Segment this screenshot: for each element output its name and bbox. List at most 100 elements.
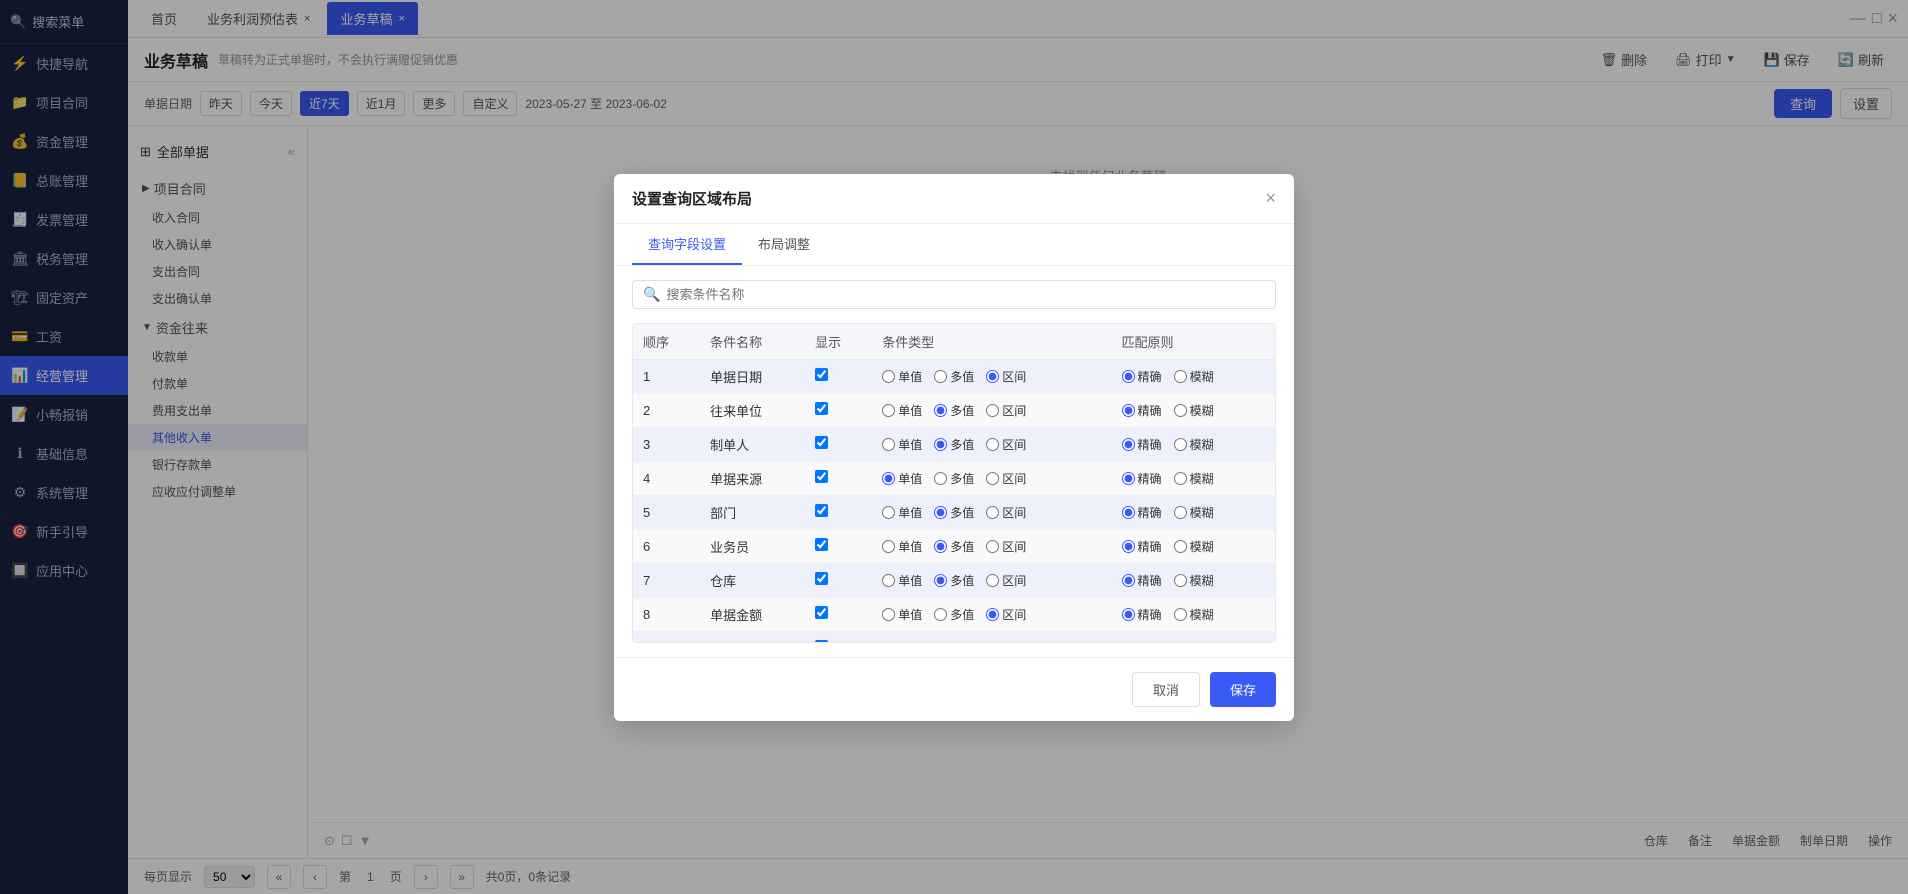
radio-range-input[interactable] <box>986 574 999 587</box>
display-checkbox[interactable] <box>815 538 828 551</box>
radio-fuzzy[interactable]: 模糊 <box>1174 640 1214 643</box>
radio-multi-input[interactable] <box>934 506 947 519</box>
radio-multi-input[interactable] <box>934 642 947 643</box>
dialog-tab-field-settings[interactable]: 查询字段设置 <box>632 224 742 265</box>
radio-fuzzy[interactable]: 模糊 <box>1174 572 1214 589</box>
radio-range[interactable]: 区间 <box>986 368 1026 385</box>
radio-precise[interactable]: 精确 <box>1122 368 1162 385</box>
display-checkbox[interactable] <box>815 606 828 619</box>
radio-range[interactable]: 区间 <box>986 470 1026 487</box>
radio-fuzzy-input[interactable] <box>1174 472 1187 485</box>
radio-single-input[interactable] <box>882 642 895 643</box>
save-button[interactable]: 保存 <box>1210 672 1276 707</box>
radio-range-input[interactable] <box>986 370 999 383</box>
radio-fuzzy[interactable]: 模糊 <box>1174 538 1214 555</box>
radio-precise-input[interactable] <box>1122 540 1135 553</box>
radio-fuzzy[interactable]: 模糊 <box>1174 606 1214 623</box>
radio-multi-input[interactable] <box>934 370 947 383</box>
radio-single[interactable]: 单值 <box>882 504 922 521</box>
dialog-tab-layout[interactable]: 布局调整 <box>742 224 826 265</box>
radio-single-input[interactable] <box>882 472 895 485</box>
radio-range-input[interactable] <box>986 642 999 643</box>
radio-precise[interactable]: 精确 <box>1122 436 1162 453</box>
radio-fuzzy-input[interactable] <box>1174 506 1187 519</box>
radio-single-input[interactable] <box>882 608 895 621</box>
radio-precise-input[interactable] <box>1122 608 1135 621</box>
radio-single[interactable]: 单值 <box>882 606 922 623</box>
radio-precise-input[interactable] <box>1122 506 1135 519</box>
radio-fuzzy-input[interactable] <box>1174 540 1187 553</box>
radio-range[interactable]: 区间 <box>986 640 1026 643</box>
radio-range-input[interactable] <box>986 472 999 485</box>
radio-range[interactable]: 区间 <box>986 572 1026 589</box>
radio-precise-input[interactable] <box>1122 404 1135 417</box>
radio-multi-input[interactable] <box>934 540 947 553</box>
radio-single[interactable]: 单值 <box>882 402 922 419</box>
display-checkbox[interactable] <box>815 470 828 483</box>
radio-fuzzy-input[interactable] <box>1174 404 1187 417</box>
radio-fuzzy[interactable]: 模糊 <box>1174 402 1214 419</box>
radio-single-input[interactable] <box>882 540 895 553</box>
radio-range[interactable]: 区间 <box>986 538 1026 555</box>
radio-single[interactable]: 单值 <box>882 436 922 453</box>
radio-multi-input[interactable] <box>934 608 947 621</box>
radio-fuzzy-input[interactable] <box>1174 438 1187 451</box>
radio-single[interactable]: 单值 <box>882 572 922 589</box>
radio-precise-input[interactable] <box>1122 574 1135 587</box>
radio-single-input[interactable] <box>882 438 895 451</box>
dialog-close-button[interactable]: × <box>1265 188 1276 209</box>
radio-single[interactable]: 单值 <box>882 538 922 555</box>
radio-range-input[interactable] <box>986 404 999 417</box>
radio-precise-input[interactable] <box>1122 642 1135 643</box>
radio-precise[interactable]: 精确 <box>1122 504 1162 521</box>
radio-fuzzy-input[interactable] <box>1174 642 1187 643</box>
display-checkbox[interactable] <box>815 368 828 381</box>
radio-range[interactable]: 区间 <box>986 402 1026 419</box>
radio-range-input[interactable] <box>986 608 999 621</box>
radio-precise-input[interactable] <box>1122 472 1135 485</box>
radio-precise[interactable]: 精确 <box>1122 402 1162 419</box>
radio-precise-input[interactable] <box>1122 438 1135 451</box>
display-checkbox[interactable] <box>815 504 828 517</box>
radio-multi-input[interactable] <box>934 472 947 485</box>
radio-fuzzy[interactable]: 模糊 <box>1174 470 1214 487</box>
radio-multi[interactable]: 多值 <box>934 640 974 643</box>
radio-single-input[interactable] <box>882 404 895 417</box>
radio-multi[interactable]: 多值 <box>934 368 974 385</box>
radio-range[interactable]: 区间 <box>986 436 1026 453</box>
radio-fuzzy-input[interactable] <box>1174 370 1187 383</box>
radio-precise[interactable]: 精确 <box>1122 538 1162 555</box>
radio-single[interactable]: 单值 <box>882 368 922 385</box>
radio-fuzzy-input[interactable] <box>1174 608 1187 621</box>
display-checkbox[interactable] <box>815 436 828 449</box>
radio-precise[interactable]: 精确 <box>1122 640 1162 643</box>
table-scroll[interactable]: 顺序 条件名称 显示 条件类型 匹配原则 1单据日期 单值 <box>632 323 1276 643</box>
search-input[interactable] <box>666 287 1265 302</box>
radio-multi[interactable]: 多值 <box>934 402 974 419</box>
radio-single-input[interactable] <box>882 506 895 519</box>
radio-multi[interactable]: 多值 <box>934 470 974 487</box>
radio-fuzzy-input[interactable] <box>1174 574 1187 587</box>
radio-multi[interactable]: 多值 <box>934 606 974 623</box>
radio-multi[interactable]: 多值 <box>934 436 974 453</box>
radio-precise[interactable]: 精确 <box>1122 572 1162 589</box>
radio-fuzzy[interactable]: 模糊 <box>1174 504 1214 521</box>
display-checkbox[interactable] <box>815 640 828 643</box>
radio-range-input[interactable] <box>986 540 999 553</box>
radio-multi[interactable]: 多值 <box>934 538 974 555</box>
radio-range-input[interactable] <box>986 506 999 519</box>
display-checkbox[interactable] <box>815 572 828 585</box>
radio-range[interactable]: 区间 <box>986 504 1026 521</box>
radio-precise-input[interactable] <box>1122 370 1135 383</box>
radio-single[interactable]: 单值 <box>882 640 922 643</box>
radio-range-input[interactable] <box>986 438 999 451</box>
radio-multi[interactable]: 多值 <box>934 504 974 521</box>
radio-single-input[interactable] <box>882 370 895 383</box>
radio-multi-input[interactable] <box>934 404 947 417</box>
radio-fuzzy[interactable]: 模糊 <box>1174 368 1214 385</box>
radio-multi-input[interactable] <box>934 574 947 587</box>
radio-single-input[interactable] <box>882 574 895 587</box>
display-checkbox[interactable] <box>815 402 828 415</box>
cancel-button[interactable]: 取消 <box>1132 672 1200 707</box>
radio-fuzzy[interactable]: 模糊 <box>1174 436 1214 453</box>
